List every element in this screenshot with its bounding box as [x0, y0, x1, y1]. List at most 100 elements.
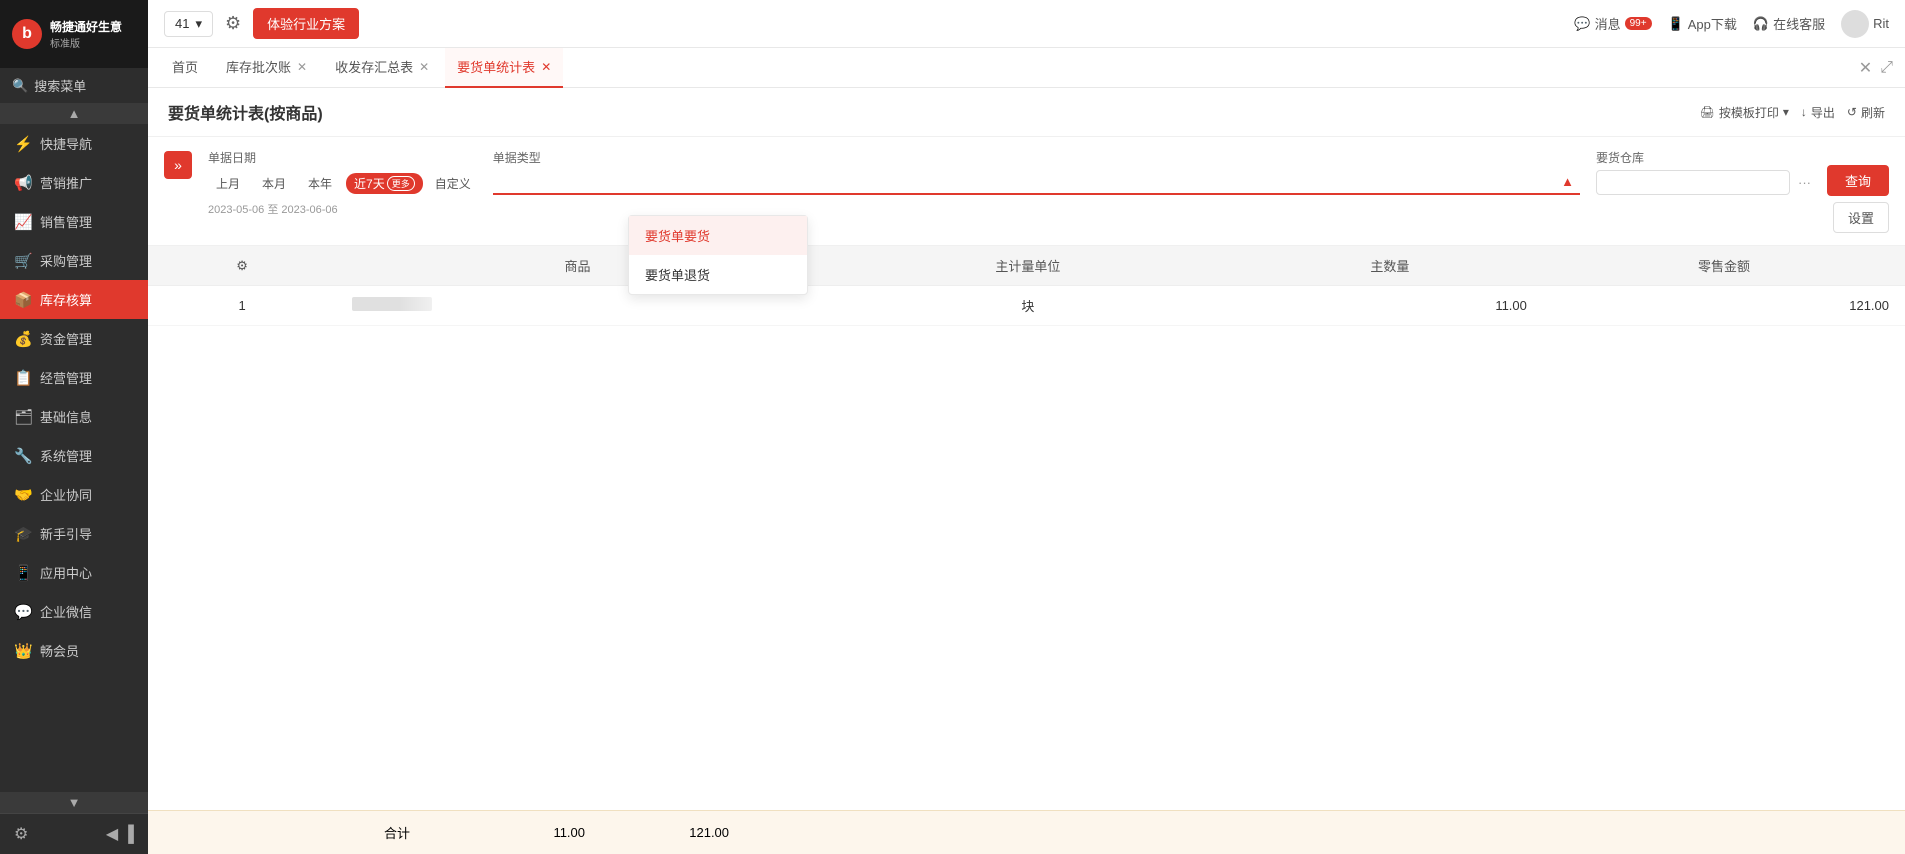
- export-btn[interactable]: ↓ 导出: [1801, 104, 1835, 121]
- sidebar-item-marketing[interactable]: 📢 营销推广: [0, 163, 148, 202]
- type-filter-input[interactable]: [499, 174, 1555, 189]
- sidebar-item-guide[interactable]: 🎓 新手引导: [0, 514, 148, 553]
- logo-icon: b: [12, 19, 42, 49]
- tab-summary-label: 收发存汇总表: [335, 57, 413, 76]
- date-btn-this-year[interactable]: 本年: [300, 172, 340, 195]
- tab-summary[interactable]: 收发存汇总表 ✕: [323, 48, 441, 88]
- inventory-icon: 📦: [14, 291, 32, 309]
- date-btn-last-month[interactable]: 上月: [208, 172, 248, 195]
- marketing-icon: 📢: [14, 174, 32, 192]
- sidebar-item-operation[interactable]: 📋 经营管理: [0, 358, 148, 397]
- sidebar-item-member[interactable]: 👑 畅会员: [0, 631, 148, 670]
- product-placeholder-bar: [352, 297, 432, 311]
- date-btn-custom[interactable]: 自定义: [429, 173, 477, 194]
- online-service-btn[interactable]: 🎧 在线客服: [1753, 14, 1825, 33]
- col-settings[interactable]: ⚙: [148, 246, 336, 286]
- user-name: Rit: [1873, 16, 1889, 31]
- user-menu[interactable]: Rit: [1841, 10, 1889, 38]
- tab-home[interactable]: 首页: [160, 48, 210, 88]
- filter-actions: 查询 设置: [1827, 149, 1889, 233]
- filter-expand-btn[interactable]: »: [164, 151, 192, 179]
- collapse-icon[interactable]: ◀ ▐: [106, 824, 134, 844]
- app-download-label: App下载: [1688, 14, 1737, 33]
- message-label: 消息: [1595, 14, 1621, 33]
- page-header: 要货单统计表(按商品) 🖨 按模板打印 ▾ ↓ 导出 ↺ 刷新: [148, 88, 1905, 137]
- sidebar-item-label: 资金管理: [40, 329, 92, 348]
- sidebar-item-label: 经营管理: [40, 368, 92, 387]
- sidebar-item-quick-nav[interactable]: ⚡ 快捷导航: [0, 124, 148, 163]
- tab-batch-close-icon[interactable]: ✕: [297, 60, 307, 74]
- refresh-btn[interactable]: ↺ 刷新: [1847, 104, 1885, 121]
- total-qty: 11.00: [515, 825, 585, 840]
- query-btn[interactable]: 查询: [1827, 165, 1889, 196]
- type-dropdown: 要货单要货 要货单退货: [628, 215, 808, 295]
- company-selector[interactable]: 41 ▾: [164, 11, 213, 37]
- collab-icon: 🤝: [14, 486, 32, 504]
- sidebar-item-label: 库存核算: [40, 290, 92, 309]
- type-filter-label: 单据类型: [493, 149, 1580, 166]
- table-settings-icon[interactable]: ⚙: [236, 258, 248, 273]
- sidebar-item-purchase[interactable]: 🛒 采购管理: [0, 241, 148, 280]
- tab-order-stat-close-icon[interactable]: ✕: [541, 60, 551, 74]
- dropdown-item-return-goods[interactable]: 要货单退货: [629, 255, 807, 294]
- col-qty: 主数量: [1237, 246, 1543, 286]
- sidebar-item-inventory[interactable]: 📦 库存核算: [0, 280, 148, 319]
- logo-title: 畅捷通好生意: [50, 18, 122, 35]
- page-actions: 🖨 按模板打印 ▾ ↓ 导出 ↺ 刷新: [1700, 104, 1885, 133]
- message-badge: 99+: [1625, 17, 1652, 30]
- guide-icon: 🎓: [14, 525, 32, 543]
- sidebar-item-appstore[interactable]: 📱 应用中心: [0, 553, 148, 592]
- sidebar-item-finance[interactable]: 💰 资金管理: [0, 319, 148, 358]
- wechat-icon: 💬: [14, 603, 32, 621]
- sidebar-item-collab[interactable]: 🤝 企业协同: [0, 475, 148, 514]
- sidebar-item-label: 畅会员: [40, 641, 79, 660]
- topbar-gear-icon[interactable]: ⚙: [225, 13, 241, 34]
- date-filter-group: 单据日期 上月 本月 本年 近7天 更多 自定义 2023-05-06 至 20…: [208, 149, 477, 217]
- tab-order-stat[interactable]: 要货单统计表 ✕: [445, 48, 563, 88]
- date-btn-recent7[interactable]: 近7天 更多: [346, 173, 423, 194]
- sidebar-item-sales[interactable]: 📈 销售管理: [0, 202, 148, 241]
- warehouse-filter-input[interactable]: [1596, 170, 1790, 195]
- sidebar-scroll-up[interactable]: ▲: [0, 103, 148, 124]
- warehouse-more-icon[interactable]: ···: [1798, 175, 1811, 190]
- sales-icon: 📈: [14, 213, 32, 231]
- tabs-minimize-icon[interactable]: ✕: [1859, 58, 1872, 78]
- quick-nav-icon: ⚡: [14, 135, 32, 153]
- tab-order-stat-label: 要货单统计表: [457, 57, 535, 76]
- sidebar-nav: ⚡ 快捷导航 📢 营销推广 📈 销售管理 🛒 采购管理 📦 库存核算 💰 资金管…: [0, 124, 148, 792]
- print-btn[interactable]: 🖨 按模板打印 ▾: [1700, 104, 1789, 121]
- trial-btn[interactable]: 体验行业方案: [253, 8, 359, 39]
- tabs-expand-icon[interactable]: ⤢: [1880, 59, 1893, 77]
- dropdown-item-order-goods[interactable]: 要货单要货: [629, 216, 807, 255]
- sidebar-item-label: 采购管理: [40, 251, 92, 270]
- warehouse-filter-group: 要货仓库 ···: [1596, 149, 1811, 195]
- main-area: 41 ▾ ⚙ 体验行业方案 💬 消息 99+ 📱 App下载 🎧 在线客服: [148, 0, 1905, 854]
- tab-summary-close-icon[interactable]: ✕: [419, 60, 429, 74]
- sidebar-item-label: 系统管理: [40, 446, 92, 465]
- sidebar-item-basic[interactable]: 🗂 基础信息: [0, 397, 148, 436]
- app-download-btn[interactable]: 📱 App下载: [1668, 14, 1737, 33]
- company-number: 41: [175, 16, 189, 31]
- basic-icon: 🗂: [14, 408, 32, 426]
- system-icon: 🔧: [14, 447, 32, 465]
- sidebar-item-wechat[interactable]: 💬 企业微信: [0, 592, 148, 631]
- sidebar-item-label: 基础信息: [40, 407, 92, 426]
- settings-btn[interactable]: 设置: [1833, 202, 1889, 233]
- type-filter-input-wrapper[interactable]: ▲: [493, 170, 1580, 195]
- row-index: 1: [148, 286, 336, 326]
- table-row: 1 块 11.00 121.00: [148, 286, 1905, 326]
- warehouse-filter-label: 要货仓库: [1596, 149, 1811, 166]
- table-body: 1 块 11.00 121.00: [148, 286, 1905, 326]
- sidebar-item-system[interactable]: 🔧 系统管理: [0, 436, 148, 475]
- date-filter-options: 上月 本月 本年 近7天 更多 自定义: [208, 172, 477, 195]
- search-menu[interactable]: 🔍 搜索菜单: [0, 68, 148, 103]
- date-btn-this-month[interactable]: 本月: [254, 172, 294, 195]
- warehouse-filter-row: ···: [1596, 170, 1811, 195]
- settings-icon[interactable]: ⚙: [14, 824, 28, 844]
- sidebar-scroll-down[interactable]: ▼: [0, 792, 148, 813]
- online-service-label: 在线客服: [1773, 14, 1825, 33]
- export-icon: ↓: [1801, 105, 1807, 119]
- tab-batch[interactable]: 库存批次账 ✕: [214, 48, 319, 88]
- type-filter-chevron-up-icon[interactable]: ▲: [1561, 174, 1574, 189]
- message-btn[interactable]: 💬 消息 99+: [1574, 14, 1651, 33]
